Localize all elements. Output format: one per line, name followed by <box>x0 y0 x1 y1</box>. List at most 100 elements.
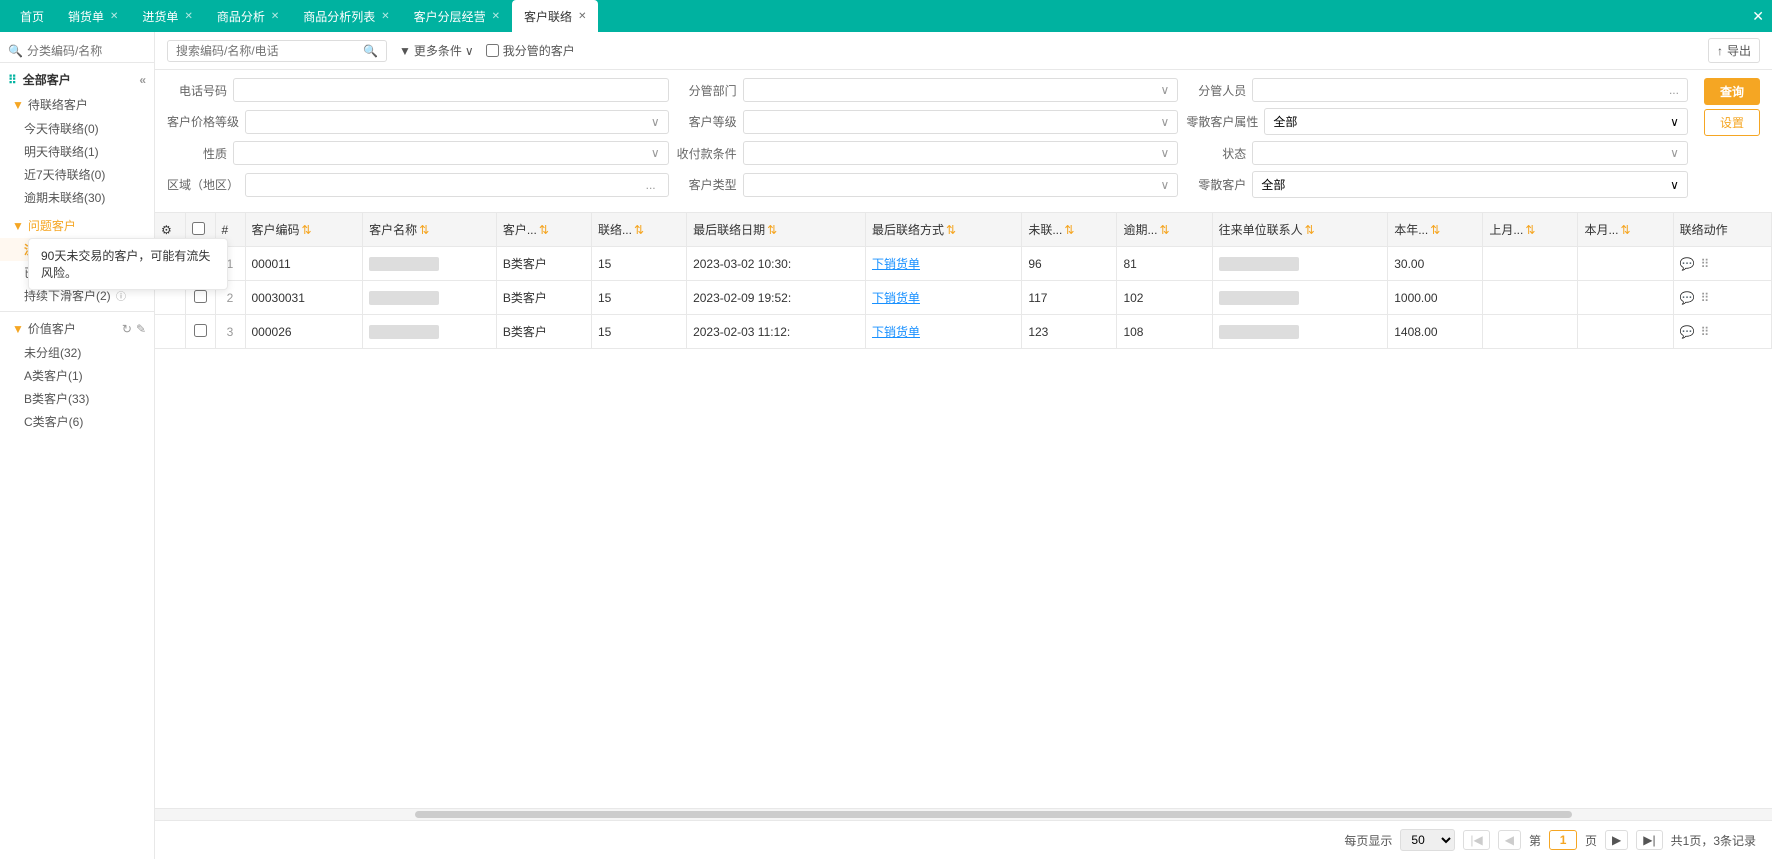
refresh-icon[interactable]: ↻ <box>122 322 132 336</box>
td-this-year: 1000.00 <box>1388 281 1483 315</box>
sidebar-item-ungroup[interactable]: 未分组(32) <box>0 341 154 364</box>
th-overdue[interactable]: 逾期...⇅ <box>1117 213 1212 247</box>
sidebar-item-week-pending[interactable]: 近7天待联络(0) <box>0 163 154 186</box>
sidebar-item-tomorrow-pending[interactable]: 明天待联络(1) <box>0 140 154 163</box>
phone-input[interactable] <box>233 78 669 102</box>
tab-home[interactable]: 首页 <box>8 0 56 32</box>
data-table: ⚙ # 客户编码⇅ 客户名称⇅ 客户...⇅ 联络...⇅ 最后联络日期⇅ 最后… <box>155 213 1772 349</box>
region-select[interactable]: ... <box>245 173 669 197</box>
per-page-select[interactable]: 50 20 100 <box>1400 829 1455 851</box>
export-button[interactable]: ↑ 导出 <box>1708 38 1760 63</box>
staff-select[interactable]: ... <box>1252 78 1688 102</box>
close-window-button[interactable]: ✕ <box>1752 8 1764 25</box>
more-action-icon[interactable]: ⠿ <box>1701 325 1710 339</box>
first-page-button[interactable]: |◀ <box>1463 830 1489 850</box>
tab-product-list[interactable]: 商品分析列表 ✕ <box>291 0 401 32</box>
chevron-left-icon[interactable]: « <box>139 73 146 87</box>
chat-icon[interactable]: 💬 <box>1680 257 1695 271</box>
td-last-type[interactable]: 下销货单 <box>865 281 1021 315</box>
dots-icon[interactable]: ... <box>642 178 660 192</box>
th-last-month[interactable]: 上月...⇅ <box>1483 213 1578 247</box>
my-customers-checkbox-label[interactable]: 我分管的客户 <box>486 42 575 59</box>
tab-sales[interactable]: 销货单 ✕ <box>56 0 130 32</box>
filter-search-button[interactable]: 🔍 <box>363 44 378 58</box>
sidebar-search-container: 🔍 <box>0 40 154 63</box>
gender-select[interactable]: ∨ <box>233 141 669 165</box>
th-name[interactable]: 客户名称⇅ <box>363 213 497 247</box>
close-icon[interactable]: ✕ <box>492 11 500 22</box>
td-not-contacted: 96 <box>1022 247 1117 281</box>
customer-grade-select[interactable]: ∨ <box>743 110 1179 134</box>
sidebar-item-today-pending[interactable]: 今天待联络(0) <box>0 117 154 140</box>
filter-search-input[interactable] <box>176 44 363 58</box>
td-name <box>363 281 497 315</box>
zero-customer-select[interactable]: 全部 ∨ <box>1252 171 1688 198</box>
more-conditions-button[interactable]: ▼ 更多条件 ∨ <box>399 42 474 59</box>
dept-select[interactable]: ∨ <box>743 78 1179 102</box>
chevron-down-icon: ∨ <box>1161 146 1170 160</box>
settings-button[interactable]: 设置 <box>1704 109 1760 136</box>
sidebar-search-input[interactable] <box>27 44 155 58</box>
sidebar-item-class-c[interactable]: C类客户(6) <box>0 410 154 433</box>
th-unit-contact[interactable]: 往来单位联系人⇅ <box>1212 213 1388 247</box>
zero-attr-select[interactable]: 全部 ∨ <box>1264 108 1688 135</box>
payment-select[interactable]: ∨ <box>743 141 1179 165</box>
next-page-button[interactable]: ▶ <box>1605 830 1628 850</box>
prev-page-button[interactable]: ◀ <box>1498 830 1521 850</box>
close-icon[interactable]: ✕ <box>110 11 118 22</box>
th-code[interactable]: 客户编码⇅ <box>245 213 363 247</box>
chat-icon[interactable]: 💬 <box>1680 325 1695 339</box>
th-not-contacted[interactable]: 未联...⇅ <box>1022 213 1117 247</box>
last-page-button[interactable]: ▶| <box>1636 830 1662 850</box>
td-last-date: 2023-02-03 11:12: <box>687 315 866 349</box>
tab-product-analysis[interactable]: 商品分析 ✕ <box>205 0 291 32</box>
sidebar-item-class-a[interactable]: A类客户(1) <box>0 364 154 387</box>
th-last-date[interactable]: 最后联络日期⇅ <box>687 213 866 247</box>
td-check[interactable] <box>185 315 215 349</box>
query-button[interactable]: 查询 <box>1704 78 1760 105</box>
edit-icon[interactable]: ✎ <box>136 322 146 336</box>
th-this-month[interactable]: 本月...⇅ <box>1578 213 1673 247</box>
arrow-icon: ▼ <box>12 98 24 112</box>
tab-purchase[interactable]: 进货单 ✕ <box>130 0 204 32</box>
td-last-date: 2023-03-02 10:30: <box>687 247 866 281</box>
export-icon: ↑ <box>1717 44 1723 58</box>
th-contact[interactable]: 联络...⇅ <box>591 213 686 247</box>
sidebar-group-value-header[interactable]: ▼ 价值客户 ↻ ✎ <box>0 316 154 341</box>
tab-customer-link[interactable]: 客户联络 ✕ <box>512 0 598 32</box>
sidebar-all-customers[interactable]: ⠿ 全部客户 « <box>0 67 154 92</box>
chevron-down-icon: ∨ <box>1161 83 1170 97</box>
horizontal-scrollbar[interactable] <box>155 808 1772 820</box>
filter-field-price-grade: 客户价格等级 ∨ <box>167 110 669 134</box>
chat-icon[interactable]: 💬 <box>1680 291 1695 305</box>
close-icon[interactable]: ✕ <box>578 11 586 22</box>
customer-type-select[interactable]: ∨ <box>743 173 1179 197</box>
td-last-type[interactable]: 下销货单 <box>865 247 1021 281</box>
sidebar-item-overdue-pending[interactable]: 逾期未联络(30) <box>0 186 154 209</box>
more-action-icon[interactable]: ⠿ <box>1701 257 1710 271</box>
chevron-down-icon: ∨ <box>1161 178 1170 192</box>
td-last-type[interactable]: 下销货单 <box>865 315 1021 349</box>
close-icon[interactable]: ✕ <box>184 11 192 22</box>
table-row: 3 000026 B类客户 15 2023-02-03 11:12: 下销货单 … <box>155 315 1772 349</box>
close-icon[interactable]: ✕ <box>381 11 389 22</box>
status-select[interactable]: ∨ <box>1252 141 1688 165</box>
th-last-type[interactable]: 最后联络方式⇅ <box>865 213 1021 247</box>
table-row: 1 000011 B类客户 15 2023-03-02 10:30: 下销货单 … <box>155 247 1772 281</box>
td-action: 💬 ⠿ <box>1673 281 1771 315</box>
th-type[interactable]: 客户...⇅ <box>496 213 591 247</box>
select-all-checkbox[interactable] <box>192 222 205 235</box>
tab-customer-segment[interactable]: 客户分层经营 ✕ <box>402 0 512 32</box>
th-this-year[interactable]: 本年...⇅ <box>1388 213 1483 247</box>
sidebar-group-churn-header[interactable]: ▼ 问题客户 <box>0 213 154 238</box>
total-records-label: 共1页，3条记录 <box>1671 832 1756 849</box>
close-icon[interactable]: ✕ <box>271 11 279 22</box>
sidebar-item-class-b[interactable]: B类客户(33) <box>0 387 154 410</box>
price-grade-select[interactable]: ∨ <box>245 110 669 134</box>
my-customers-checkbox[interactable] <box>486 44 499 57</box>
sidebar-group-pending-header[interactable]: ▼ 待联络客户 <box>0 92 154 117</box>
td-code: 00030031 <box>245 281 363 315</box>
filter-row-1: 电话号码 分管部门 ∨ 分管人员 <box>167 78 1688 102</box>
scrollbar-thumb[interactable] <box>415 811 1572 818</box>
more-action-icon[interactable]: ⠿ <box>1701 291 1710 305</box>
